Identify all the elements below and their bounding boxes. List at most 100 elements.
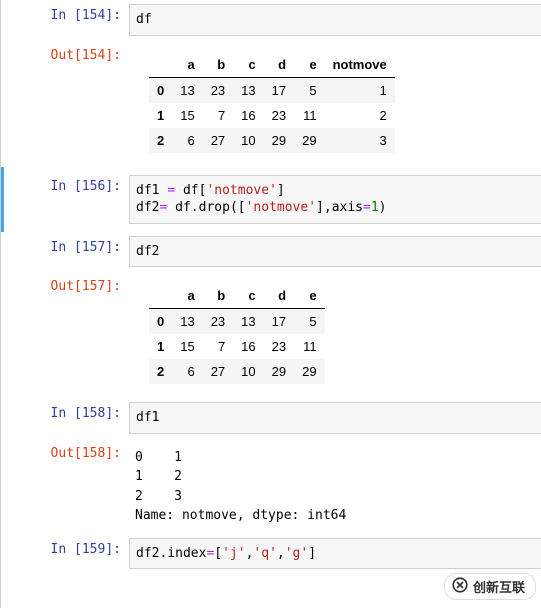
in-prompt: In [158]:	[1, 402, 129, 427]
cell-158-output: Out[158]: 0 1 1 2 2 3 Name: notmove, dty…	[1, 438, 541, 534]
cell: 10	[233, 128, 263, 153]
cell-154-output: Out[154]: a b c d e notmove 0 13 23 13 1…	[1, 40, 541, 167]
out-prompt: Out[158]:	[1, 442, 129, 467]
output-area: 0 1 1 2 2 3 Name: notmove, dtype: int64	[129, 442, 541, 530]
cell: 23	[203, 77, 233, 103]
code-text: df2	[136, 244, 159, 259]
col-header: c	[233, 283, 263, 309]
cell: 15	[172, 334, 202, 359]
col-header: d	[264, 52, 294, 78]
cell: 15	[172, 103, 202, 128]
cell: 27	[203, 359, 233, 384]
text-output: 0 1 1 2 2 3 Name: notmove, dtype: int64	[135, 446, 536, 526]
code-op: =	[363, 200, 371, 215]
code-punct: [	[214, 546, 222, 561]
table-row: 2 6 27 10 29 29	[149, 359, 325, 384]
cell: 3	[325, 128, 395, 153]
cell: 16	[233, 334, 263, 359]
table-header-row: a b c d e	[149, 283, 325, 309]
code-input[interactable]: df1 = df['notmove'] df2= df.drop(['notmo…	[129, 175, 541, 224]
code-punct: )	[379, 200, 387, 215]
cell: 29	[294, 359, 324, 384]
col-header: notmove	[325, 52, 395, 78]
code-string: 'notmove'	[206, 183, 276, 198]
cell-157-output: Out[157]: a b c d e 0 13 23 13 17 5	[1, 271, 541, 398]
cell: 13	[172, 309, 202, 335]
code-punct: ,	[277, 546, 285, 561]
cell: 5	[294, 77, 324, 103]
table-header-row: a b c d e notmove	[149, 52, 395, 78]
code-text: df2	[136, 200, 159, 215]
cell: 27	[203, 128, 233, 153]
table-row: 1 15 7 16 23 11 2	[149, 103, 395, 128]
code-text: df1	[136, 183, 167, 198]
code-number: 1	[371, 200, 379, 215]
table-row: 0 13 23 13 17 5	[149, 309, 325, 335]
code-string: 'notmove'	[246, 200, 316, 215]
out-prompt: Out[157]:	[1, 275, 129, 300]
cell: 29	[264, 128, 294, 153]
code-string: 'j'	[222, 546, 245, 561]
cell: 29	[294, 128, 324, 153]
cell: 5	[294, 309, 324, 335]
in-prompt: In [156]:	[1, 175, 129, 200]
cell: 17	[264, 309, 294, 335]
cell-158-input: In [158]: df1	[1, 398, 541, 438]
code-punct: ],axis	[316, 200, 363, 215]
cell: 2	[325, 103, 395, 128]
code-string: 'q'	[253, 546, 276, 561]
dataframe-table: a b c d e notmove 0 13 23 13 17 5 1 1	[149, 52, 395, 153]
cell-156-input: In [156]: df1 = df['notmove'] df2= df.dr…	[1, 167, 541, 232]
in-prompt: In [157]:	[1, 236, 129, 261]
code-fn: drop	[199, 200, 230, 215]
cell: 13	[233, 309, 263, 335]
row-index: 2	[149, 359, 172, 384]
col-header: a	[172, 283, 202, 309]
output-area: a b c d e notmove 0 13 23 13 17 5 1 1	[129, 44, 541, 163]
code-text: df	[136, 12, 152, 27]
code-input[interactable]: df1	[129, 402, 541, 434]
code-input[interactable]: df2.index=['j','q','g']	[129, 538, 541, 570]
cell: 13	[172, 77, 202, 103]
code-text: ]	[277, 183, 285, 198]
col-header: b	[203, 52, 233, 78]
code-text: df[	[175, 183, 206, 198]
row-index: 2	[149, 128, 172, 153]
row-index: 0	[149, 309, 172, 335]
row-index: 0	[149, 77, 172, 103]
cell: 6	[172, 128, 202, 153]
col-header: d	[264, 283, 294, 309]
code-op: =	[167, 183, 175, 198]
cell: 6	[172, 359, 202, 384]
watermark-logo-icon	[451, 576, 469, 597]
col-header: b	[203, 283, 233, 309]
code-string: 'g'	[285, 546, 308, 561]
col-header: e	[294, 283, 324, 309]
in-prompt: In [159]:	[1, 538, 129, 563]
in-prompt: In [154]:	[1, 4, 129, 29]
cell: 10	[233, 359, 263, 384]
cell: 11	[294, 103, 324, 128]
code-input[interactable]: df	[129, 4, 541, 36]
cell: 29	[264, 359, 294, 384]
table-row: 2 6 27 10 29 29 3	[149, 128, 395, 153]
code-text: df1	[136, 410, 159, 425]
out-prompt: Out[154]:	[1, 44, 129, 69]
code-text: df.	[167, 200, 198, 215]
code-punct: ]	[308, 546, 316, 561]
table-row: 0 13 23 13 17 5 1	[149, 77, 395, 103]
cell: 13	[233, 77, 263, 103]
code-text: df2.index	[136, 546, 206, 561]
cell-157-input: In [157]: df2	[1, 232, 541, 272]
col-header: c	[233, 52, 263, 78]
table-row: 1 15 7 16 23 11	[149, 334, 325, 359]
output-area: a b c d e 0 13 23 13 17 5 1 15 7	[129, 275, 541, 394]
cell: 11	[294, 334, 324, 359]
dataframe-table: a b c d e 0 13 23 13 17 5 1 15 7	[149, 283, 325, 384]
cell-159-input: In [159]: df2.index=['j','q','g']	[1, 534, 541, 574]
cell: 16	[233, 103, 263, 128]
col-header: e	[294, 52, 324, 78]
code-input[interactable]: df2	[129, 236, 541, 268]
row-index: 1	[149, 334, 172, 359]
col-header: a	[172, 52, 202, 78]
